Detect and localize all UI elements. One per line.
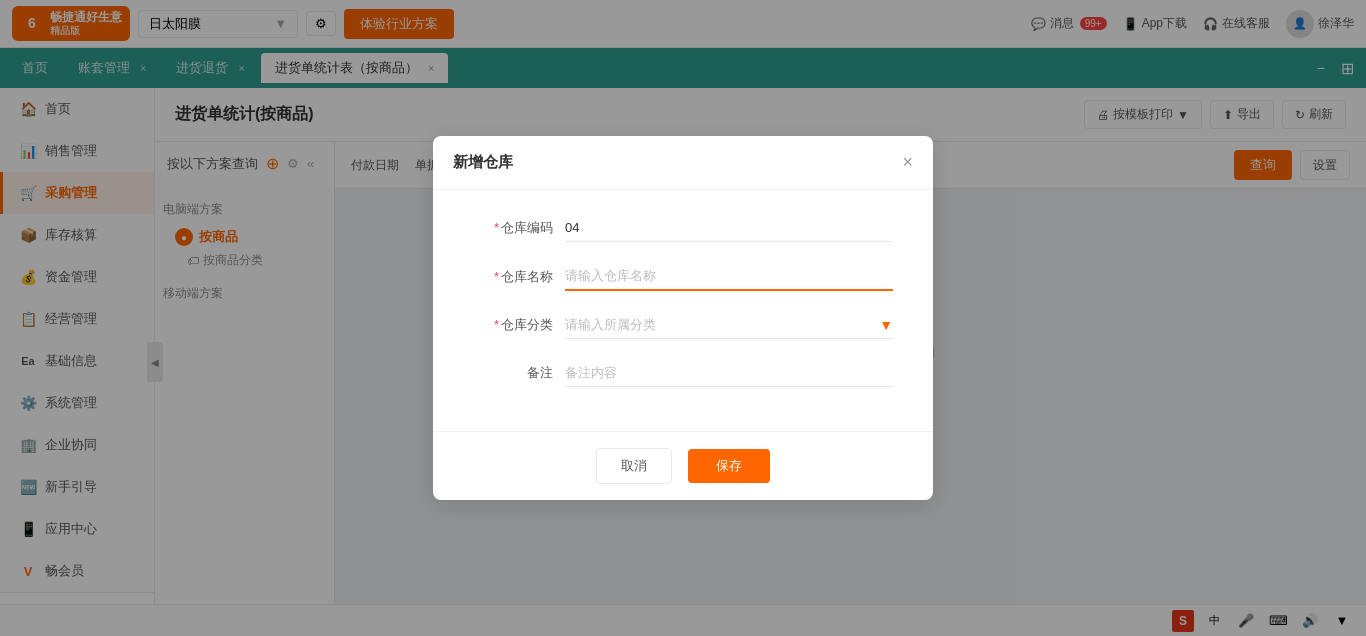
modal-overlay: 新增仓库 × 仓库编码 仓库名称 仓库分类 请输入所属分类 ▼ xyxy=(0,0,1366,636)
cancel-button[interactable]: 取消 xyxy=(596,448,672,484)
warehouse-code-label: 仓库编码 xyxy=(473,219,553,237)
warehouse-category-wrapper: 请输入所属分类 ▼ xyxy=(565,311,893,339)
warehouse-name-input[interactable] xyxy=(565,262,893,291)
warehouse-note-input[interactable] xyxy=(565,359,893,387)
warehouse-note-row: 备注 xyxy=(473,359,893,387)
warehouse-category-row: 仓库分类 请输入所属分类 ▼ xyxy=(473,311,893,339)
dialog-body: 仓库编码 仓库名称 仓库分类 请输入所属分类 ▼ 备注 xyxy=(433,190,933,431)
new-warehouse-dialog: 新增仓库 × 仓库编码 仓库名称 仓库分类 请输入所属分类 ▼ xyxy=(433,136,933,500)
warehouse-note-label: 备注 xyxy=(473,364,553,382)
warehouse-code-input[interactable] xyxy=(565,214,893,242)
dialog-footer: 取消 保存 xyxy=(433,431,933,500)
warehouse-name-row: 仓库名称 xyxy=(473,262,893,291)
dialog-header: 新增仓库 × xyxy=(433,136,933,190)
warehouse-code-row: 仓库编码 xyxy=(473,214,893,242)
warehouse-category-label: 仓库分类 xyxy=(473,316,553,334)
save-button[interactable]: 保存 xyxy=(688,449,770,483)
warehouse-category-select[interactable]: 请输入所属分类 xyxy=(565,311,893,339)
dialog-title: 新增仓库 xyxy=(453,153,513,172)
dialog-close-button[interactable]: × xyxy=(902,152,913,173)
warehouse-name-label: 仓库名称 xyxy=(473,268,553,286)
